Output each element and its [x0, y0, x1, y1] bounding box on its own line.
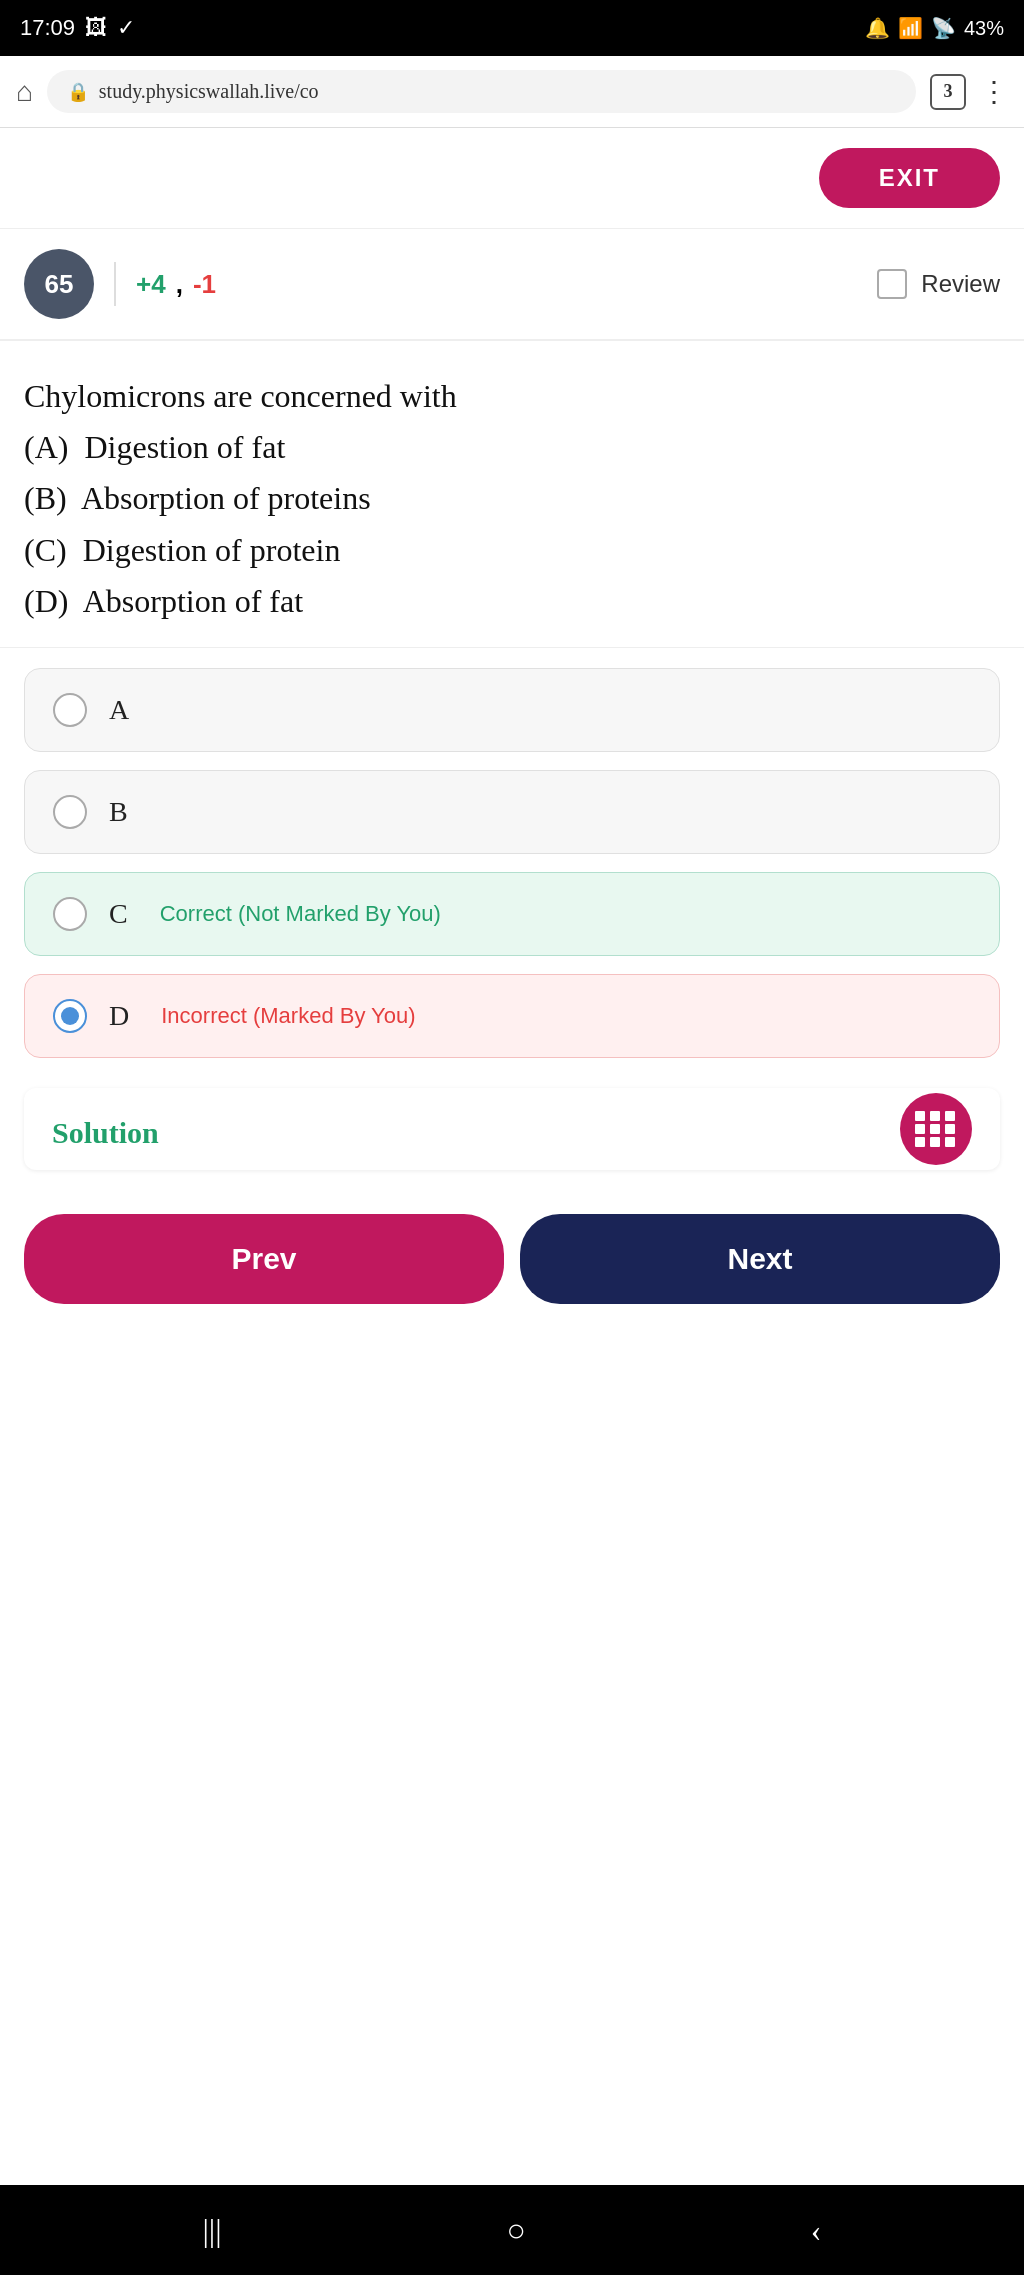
radio-c[interactable] [53, 897, 87, 931]
lock-icon: 🔒 [67, 81, 89, 103]
solution-container: Solution [0, 1088, 1024, 1170]
home-icon[interactable]: ⌂ [16, 76, 33, 108]
grid-icon [915, 1111, 957, 1147]
question-text: Chylomicrons are concerned with (A) Dige… [24, 371, 1000, 627]
marks-positive: +4 [136, 269, 166, 300]
signal-icon: 📡 [931, 16, 956, 40]
options-area: A B C Correct (Not Marked By You) D Inco… [0, 648, 1024, 1078]
option-b[interactable]: B [24, 770, 1000, 854]
status-bar: 17:09 🖼 ✓ 🔔 📶 📡 43% [0, 0, 1024, 56]
solution-section: Solution [24, 1088, 1000, 1170]
url-bar[interactable]: 🔒 study.physicswallah.live/co [47, 70, 916, 113]
wifi-icon: 📶 [898, 16, 923, 40]
url-text: study.physicswallah.live/co [99, 80, 319, 103]
question-number-badge: 65 [24, 249, 94, 319]
radio-a[interactable] [53, 693, 87, 727]
option-c[interactable]: C Correct (Not Marked By You) [24, 872, 1000, 956]
option-d[interactable]: D Incorrect (Marked By You) [24, 974, 1000, 1058]
header-separator [114, 262, 116, 306]
exit-bar: EXIT [0, 128, 1024, 229]
back-icon[interactable]: ‹ [811, 2212, 822, 2249]
browser-bar: ⌂ 🔒 study.physicswallah.live/co 3 ⋮ [0, 56, 1024, 128]
solution-title: Solution [52, 1116, 159, 1149]
battery-text: 43% [964, 17, 1004, 40]
review-label: Review [921, 270, 1000, 298]
option-a[interactable]: A [24, 668, 1000, 752]
browser-menu-icon[interactable]: ⋮ [980, 75, 1008, 108]
fab-grid-button[interactable] [900, 1093, 972, 1165]
radio-d[interactable] [53, 999, 87, 1033]
question-marks: +4 , -1 [136, 269, 216, 300]
question-header: 65 +4 , -1 Review [0, 229, 1024, 341]
next-button[interactable]: Next [520, 1214, 1000, 1304]
radio-b[interactable] [53, 795, 87, 829]
status-right: 🔔 📶 📡 43% [865, 16, 1004, 40]
check-icon: ✓ [117, 15, 135, 41]
option-d-label: D [109, 1000, 129, 1032]
option-d-status: Incorrect (Marked By You) [161, 1003, 415, 1029]
marks-negative: -1 [193, 269, 216, 300]
question-body: Chylomicrons are concerned with (A) Dige… [0, 341, 1024, 648]
bell-off-icon: 🔔 [865, 16, 890, 40]
menu-icon[interactable]: ||| [202, 2212, 221, 2249]
option-c-status: Correct (Not Marked By You) [160, 901, 441, 927]
option-b-label: B [109, 796, 128, 828]
image-icon: 🖼 [85, 15, 107, 41]
bottom-nav: ||| ○ ‹ [0, 2185, 1024, 2275]
status-time: 17:09 [20, 15, 75, 41]
option-a-label: A [109, 694, 129, 726]
status-left: 17:09 🖼 ✓ [20, 15, 135, 41]
exit-button[interactable]: EXIT [819, 148, 1000, 208]
main-content: EXIT 65 +4 , -1 Review Chylomicrons are … [0, 128, 1024, 2185]
marks-separator: , [176, 269, 183, 300]
review-checkbox[interactable] [877, 269, 907, 299]
home-nav-icon[interactable]: ○ [507, 2212, 526, 2249]
tab-count-badge[interactable]: 3 [930, 74, 966, 110]
prev-button[interactable]: Prev [24, 1214, 504, 1304]
nav-buttons: Prev Next [0, 1190, 1024, 1328]
option-c-label: C [109, 898, 128, 930]
review-section[interactable]: Review [877, 269, 1000, 299]
